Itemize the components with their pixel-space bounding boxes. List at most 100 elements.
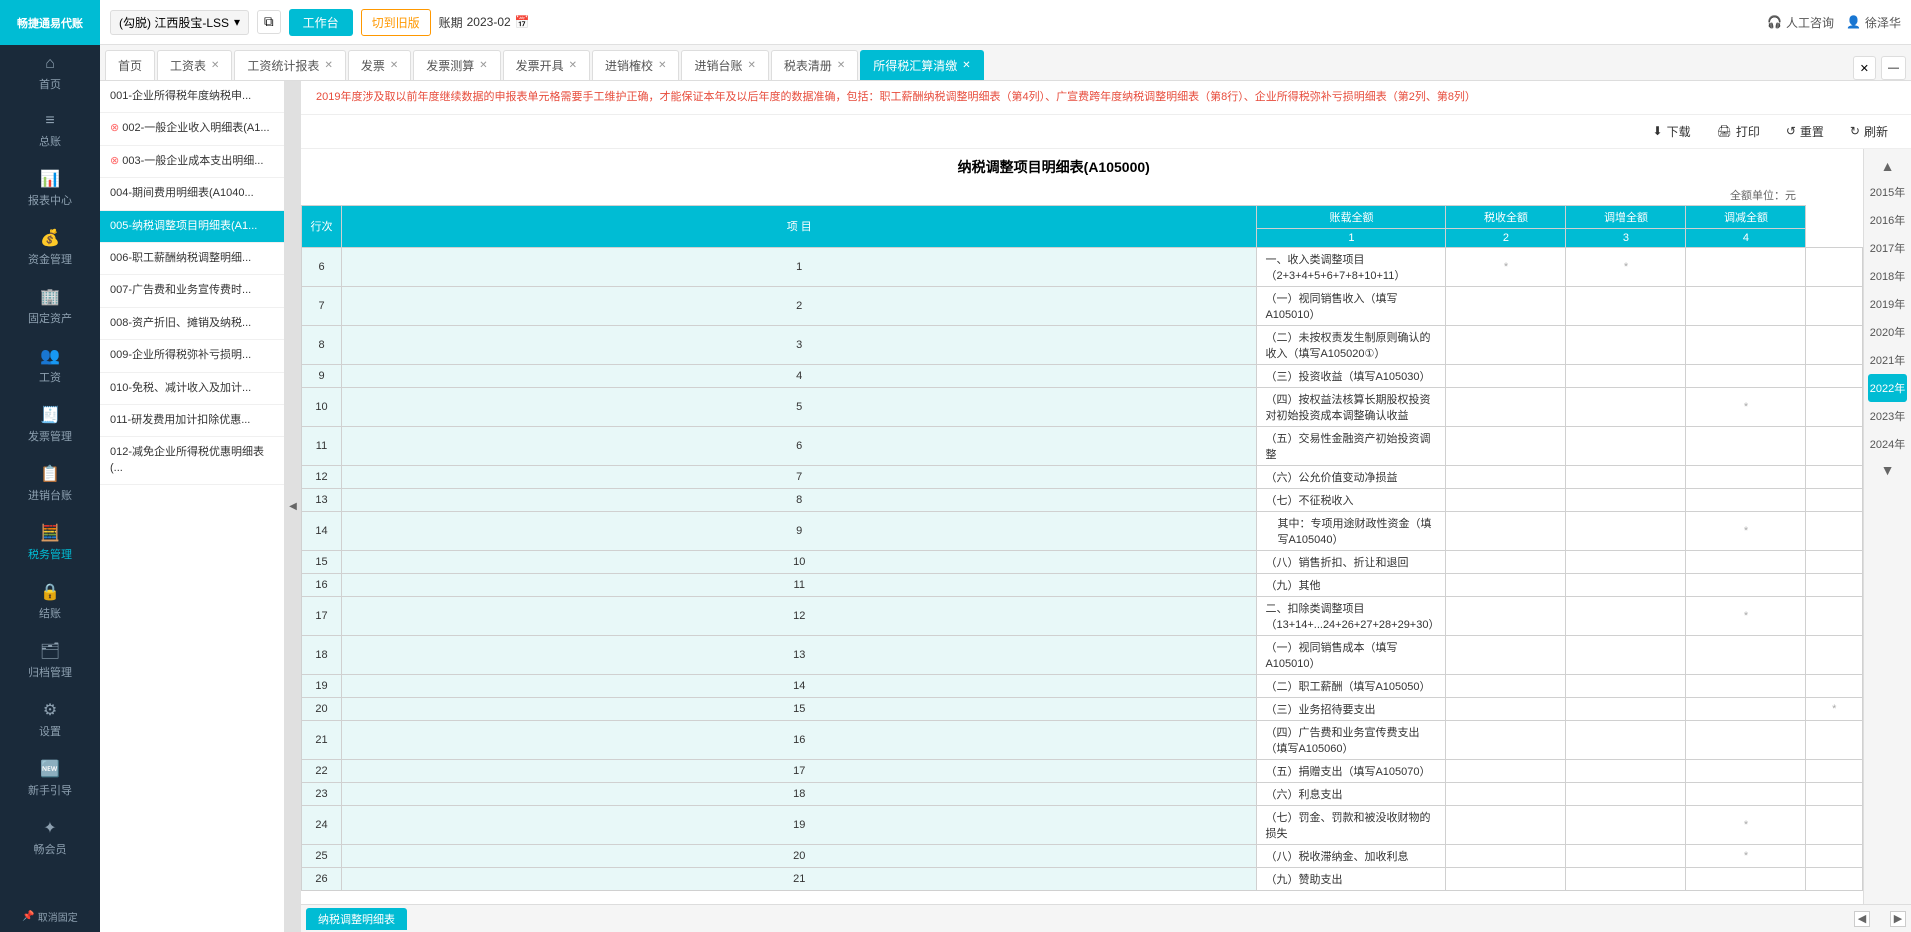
row-item-text[interactable]: （七）不征税收入 <box>1257 488 1446 511</box>
row-item-text[interactable]: （四）按权益法核算长期股权投资对初始投资成本调整确认收益 <box>1257 387 1446 426</box>
year-item[interactable]: 2015年 <box>1868 178 1907 206</box>
row-val-2[interactable] <box>1566 844 1686 867</box>
row-val-2[interactable] <box>1566 782 1686 805</box>
row-item-text[interactable]: （三）投资收益（填写A105030） <box>1257 364 1446 387</box>
row-item-text[interactable]: 一、收入类调整项目（2+3+4+5+6+7+8+10+11） <box>1257 247 1446 286</box>
row-val-3[interactable]: * <box>1686 805 1806 844</box>
year-item[interactable]: 2019年 <box>1868 290 1907 318</box>
sidebar-item-close[interactable]: 🔒 结账 <box>0 572 100 631</box>
row-val-1[interactable] <box>1446 759 1566 782</box>
row-val-4[interactable] <box>1806 867 1863 890</box>
row-val-2[interactable] <box>1566 550 1686 573</box>
row-item-text[interactable]: 二、扣除类调整项目（13+14+...24+26+27+28+29+30） <box>1257 596 1446 635</box>
sidebar-item-fixed-assets[interactable]: 🏢 固定资产 <box>0 277 100 336</box>
sidebar-item-payroll[interactable]: 👥 工资 <box>0 336 100 395</box>
row-val-4[interactable] <box>1806 674 1863 697</box>
row-item-text[interactable]: （六）利息支出 <box>1257 782 1446 805</box>
tab-invoice-open[interactable]: 发票开具 ✕ <box>503 50 590 80</box>
row-val-4[interactable] <box>1806 511 1863 550</box>
row-val-1[interactable] <box>1446 426 1566 465</box>
row-val-3[interactable]: * <box>1686 596 1806 635</box>
tab-payroll-close[interactable]: ✕ <box>211 60 219 71</box>
support-btn[interactable]: 🎧 人工咨询 <box>1767 14 1834 31</box>
year-item[interactable]: 2022年 <box>1868 374 1907 402</box>
row-val-3[interactable]: * <box>1686 844 1806 867</box>
row-item-text[interactable]: （八）销售折扣、折让和退回 <box>1257 550 1446 573</box>
row-val-1[interactable] <box>1446 511 1566 550</box>
row-val-2[interactable] <box>1566 465 1686 488</box>
row-val-3[interactable] <box>1686 286 1806 325</box>
row-val-4[interactable] <box>1806 596 1863 635</box>
row-val-4[interactable] <box>1806 247 1863 286</box>
minimize-button[interactable]: — <box>1881 56 1906 80</box>
row-val-1[interactable] <box>1446 805 1566 844</box>
left-item-003[interactable]: ⊗003-一般企业成本支出明细... <box>100 146 284 178</box>
row-val-3[interactable] <box>1686 867 1806 890</box>
left-item-012[interactable]: 012-减免企业所得税优惠明细表(... <box>100 437 284 485</box>
row-val-4[interactable] <box>1806 488 1863 511</box>
row-val-4[interactable] <box>1806 844 1863 867</box>
sidebar-item-invoice-mgmt[interactable]: 🧾 发票管理 <box>0 395 100 454</box>
sidebar-item-archive[interactable]: 🗂 归档管理 <box>0 631 100 690</box>
row-val-3[interactable] <box>1686 782 1806 805</box>
row-val-2[interactable] <box>1566 759 1686 782</box>
row-val-4[interactable] <box>1806 426 1863 465</box>
tab-purchase-check[interactable]: 进销榷校 ✕ <box>592 50 679 80</box>
row-val-3[interactable] <box>1686 550 1806 573</box>
row-val-1[interactable] <box>1446 286 1566 325</box>
row-val-2[interactable] <box>1566 511 1686 550</box>
sidebar-item-general-ledger[interactable]: ≡ 总账 <box>0 102 100 159</box>
row-val-2[interactable]: * <box>1566 247 1686 286</box>
period-selector[interactable]: 账期 2023-02 📅 <box>439 14 530 31</box>
row-val-2[interactable] <box>1566 867 1686 890</box>
sidebar-item-reports[interactable]: 📊 报表中心 <box>0 159 100 218</box>
row-val-1[interactable] <box>1446 635 1566 674</box>
tab-invoice-calc[interactable]: 发票测算 ✕ <box>413 50 500 80</box>
pin-button[interactable]: 📌 取消固定 <box>22 901 77 932</box>
sidebar-item-home[interactable]: ⌂ 首页 <box>0 45 100 102</box>
row-val-1[interactable] <box>1446 488 1566 511</box>
row-val-3[interactable] <box>1686 426 1806 465</box>
row-val-1[interactable] <box>1446 674 1566 697</box>
row-item-text[interactable]: （二）职工薪酬（填写A105050） <box>1257 674 1446 697</box>
row-val-2[interactable] <box>1566 596 1686 635</box>
row-val-2[interactable] <box>1566 674 1686 697</box>
row-val-3[interactable] <box>1686 573 1806 596</box>
row-val-4[interactable]: * <box>1806 697 1863 720</box>
download-button[interactable]: ⬇ 下载 <box>1645 120 1699 143</box>
row-item-text[interactable]: （一）视同销售成本（填写A105010） <box>1257 635 1446 674</box>
row-val-1[interactable] <box>1446 867 1566 890</box>
row-val-3[interactable] <box>1686 465 1806 488</box>
row-val-1[interactable] <box>1446 596 1566 635</box>
row-val-2[interactable] <box>1566 635 1686 674</box>
sidebar-item-purchase-sales[interactable]: 📋 进销台账 <box>0 454 100 513</box>
sidebar-item-tax-mgmt[interactable]: 🧮 税务管理 <box>0 513 100 572</box>
tab-tax-clear[interactable]: 税表清册 ✕ <box>771 50 858 80</box>
tab-purchase-check-close[interactable]: ✕ <box>658 60 666 71</box>
row-val-2[interactable] <box>1566 720 1686 759</box>
row-item-text[interactable]: （六）公允价值变动净损益 <box>1257 465 1446 488</box>
sidebar-item-assets[interactable]: 💰 资金管理 <box>0 218 100 277</box>
tab-payroll-report[interactable]: 工资统计报表 ✕ <box>234 50 345 80</box>
row-val-2[interactable] <box>1566 325 1686 364</box>
row-val-3[interactable] <box>1686 759 1806 782</box>
row-item-text[interactable]: （九）其他 <box>1257 573 1446 596</box>
row-val-2[interactable] <box>1566 387 1686 426</box>
bottom-tab[interactable]: 纳税调整明细表 <box>306 908 407 930</box>
year-item[interactable]: 2024年 <box>1868 430 1907 458</box>
left-item-008[interactable]: 008-资产折旧、摊销及纳税... <box>100 308 284 340</box>
row-val-2[interactable] <box>1566 488 1686 511</box>
year-up-arrow[interactable]: ▲ <box>1877 154 1899 178</box>
row-item-text[interactable]: 其中：专项用途财政性资金（填写A105040） <box>1257 511 1446 550</box>
year-item[interactable]: 2018年 <box>1868 262 1907 290</box>
tab-invoice[interactable]: 发票 ✕ <box>348 50 411 80</box>
sidebar-item-vip[interactable]: ✦ 畅会员 <box>0 808 100 867</box>
workspace-button[interactable]: 工作台 <box>289 9 353 36</box>
close-all-button[interactable]: ✕ <box>1853 56 1876 80</box>
year-item[interactable]: 2017年 <box>1868 234 1907 262</box>
left-item-002[interactable]: ⊗002-一般企业收入明细表(A1... <box>100 113 284 145</box>
oldver-button[interactable]: 切到旧版 <box>361 9 431 36</box>
row-val-3[interactable] <box>1686 247 1806 286</box>
row-val-3[interactable] <box>1686 488 1806 511</box>
year-item[interactable]: 2020年 <box>1868 318 1907 346</box>
